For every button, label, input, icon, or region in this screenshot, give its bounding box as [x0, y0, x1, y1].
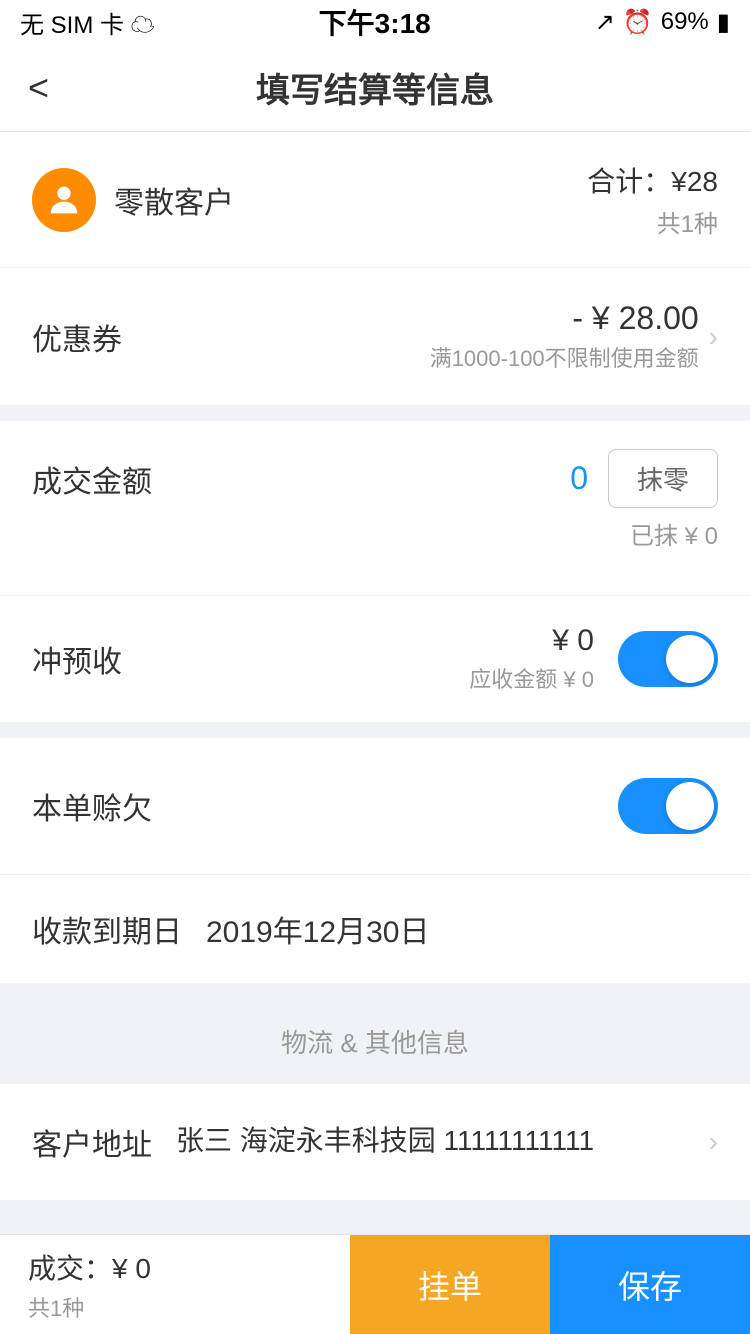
deal-section: 成交金额 0 抹零 已抹 ¥ 0 冲预收 ¥ 0 应收金额 ¥ 0 [0, 421, 750, 722]
hang-button[interactable]: 挂单 [350, 1235, 550, 1334]
customer-name: 零散客户 [114, 178, 234, 222]
debt-row: 本单赊欠 [0, 738, 750, 874]
bottom-deal-label: 成交： [28, 1253, 112, 1284]
total-count: 共1种 [587, 204, 718, 239]
coupon-right: - ¥ 28.00 满1000-100不限制使用金额 › [430, 300, 718, 373]
bottom-deal: 成交：¥ 0 [28, 1247, 322, 1287]
coupon-label: 优惠券 [32, 315, 122, 359]
deal-sub: 已抹 ¥ 0 [32, 516, 718, 551]
bottom-count: 共1种 [28, 1291, 322, 1323]
customer-row: 零散客户 合计：¥28 共1种 [0, 132, 750, 267]
coupon-discount: - ¥ 28.00 [430, 300, 699, 337]
user-icon [44, 180, 84, 220]
coupon-desc: 满1000-100不限制使用金额 [430, 341, 699, 373]
status-bar: 无 SIM 卡 ☁ 下午3:18 ↗ ⏰ 69% ▮ [0, 0, 750, 44]
battery-label: 69% [661, 8, 709, 36]
address-value: 张三 海淀永丰科技园 11111111111 [176, 1120, 594, 1162]
due-date-label: 收款到期日 [32, 907, 182, 951]
bottom-info: 成交：¥ 0 共1种 [0, 1235, 350, 1334]
debt-label: 本单赊欠 [32, 784, 152, 828]
total-amount: 合计：¥28 [587, 160, 718, 200]
pre-receive-right: ¥ 0 应收金额 ¥ 0 [469, 624, 718, 694]
customer-section: 零散客户 合计：¥28 共1种 优惠券 - ¥ 28.00 满1000-100不… [0, 132, 750, 405]
save-button[interactable]: 保存 [550, 1235, 750, 1334]
address-row[interactable]: 客户地址 张三 海淀永丰科技园 11111111111 › [0, 1084, 750, 1200]
customer-left: 零散客户 [32, 168, 234, 232]
deal-row: 成交金额 0 抹零 [32, 449, 718, 508]
coupon-value: - ¥ 28.00 满1000-100不限制使用金额 [430, 300, 699, 373]
due-date-value: 2019年12月30日 [206, 907, 429, 951]
debt-section: 本单赊欠 收款到期日 2019年12月30日 [0, 738, 750, 983]
deal-label: 成交金额 [32, 457, 152, 501]
due-date-row: 收款到期日 2019年12月30日 [0, 874, 750, 983]
pre-receive-label: 冲预收 [32, 637, 122, 681]
deal-inner: 成交金额 0 抹零 已抹 ¥ 0 [0, 421, 750, 579]
pre-sub: 应收金额 ¥ 0 [469, 662, 594, 694]
location-icon: ↗ [595, 8, 615, 37]
back-button[interactable]: < [28, 67, 49, 109]
battery-icon: ▮ [717, 8, 730, 37]
address-label: 客户地址 [32, 1120, 152, 1164]
bottom-bar: 成交：¥ 0 共1种 挂单 保存 [0, 1234, 750, 1334]
pre-amount: ¥ 0 [469, 624, 594, 658]
debt-toggle-knob [666, 782, 714, 830]
pre-receive-toggle[interactable] [618, 631, 718, 687]
round-button[interactable]: 抹零 [608, 449, 718, 508]
address-chevron-icon: › [709, 1126, 718, 1158]
alarm-icon: ⏰ [623, 8, 653, 37]
nav-bar: < 填写结算等信息 [0, 44, 750, 132]
no-sim-label: 无 SIM 卡 ☁ [20, 5, 155, 40]
bottom-deal-value: ¥ 0 [112, 1253, 151, 1284]
chevron-right-icon: › [709, 321, 718, 353]
customer-right: 合计：¥28 共1种 [587, 160, 718, 239]
status-left: 无 SIM 卡 ☁ [20, 5, 155, 40]
debt-toggle[interactable] [618, 778, 718, 834]
toggle-knob [666, 635, 714, 683]
logistics-header: 物流 & 其他信息 [0, 999, 750, 1084]
deal-amount-value: 0 [570, 460, 588, 497]
status-right: ↗ ⏰ 69% ▮ [595, 8, 730, 37]
avatar [32, 168, 96, 232]
pre-receive-value: ¥ 0 应收金额 ¥ 0 [469, 624, 594, 694]
status-time: 下午3:18 [319, 2, 431, 42]
coupon-row[interactable]: 优惠券 - ¥ 28.00 满1000-100不限制使用金额 › [0, 267, 750, 405]
deal-right: 0 抹零 [570, 449, 718, 508]
address-left: 客户地址 张三 海淀永丰科技园 11111111111 [32, 1120, 594, 1164]
logistics-title: 物流 & 其他信息 [281, 1028, 469, 1058]
pre-receive-row: 冲预收 ¥ 0 应收金额 ¥ 0 [0, 595, 750, 722]
page-title: 填写结算等信息 [256, 63, 494, 112]
